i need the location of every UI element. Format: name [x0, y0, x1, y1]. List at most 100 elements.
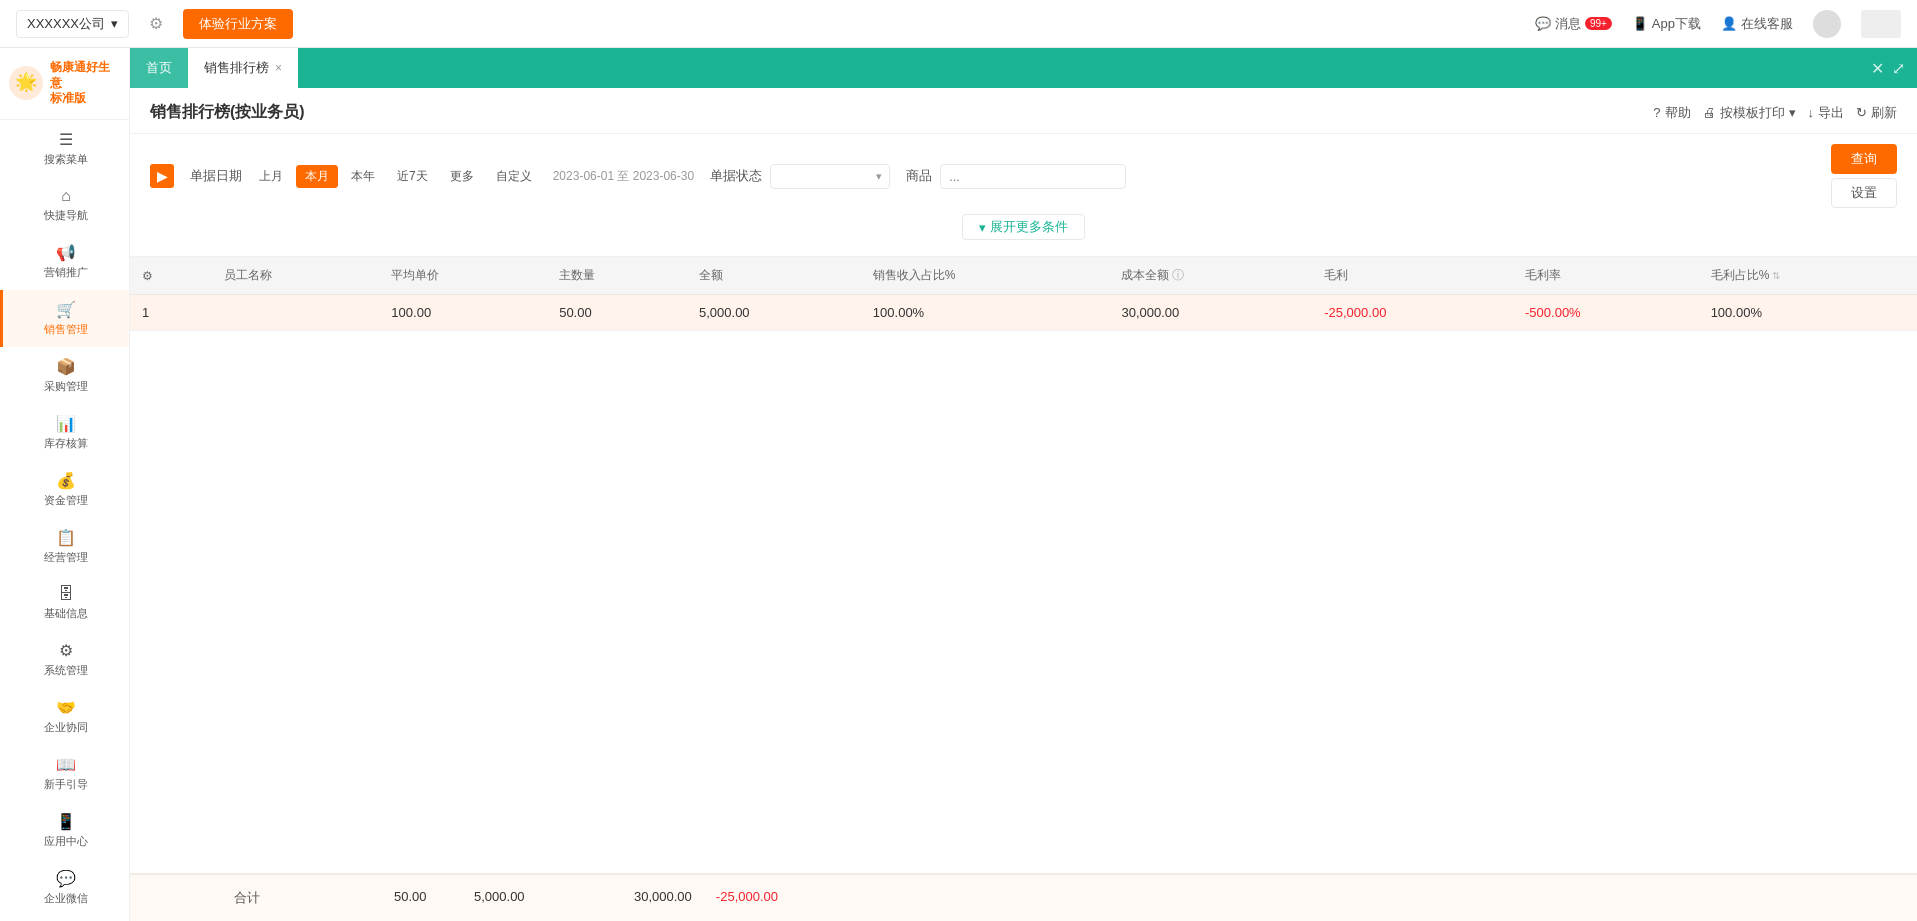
cell-index: 1 — [130, 295, 212, 331]
app-icon: 📱 — [1632, 16, 1648, 31]
trial-button[interactable]: 体验行业方案 — [183, 9, 293, 39]
sidebar-icon-1: ⌂ — [61, 187, 71, 205]
sidebar-item-4[interactable]: 📦采购管理 — [0, 347, 129, 404]
message-label: 消息 — [1555, 15, 1581, 33]
goods-label: 商品 — [906, 167, 932, 185]
tabs-bar: 首页 销售排行榜 × ✕ ⤢ — [130, 48, 1917, 88]
tab-sales-ranking[interactable]: 销售排行榜 × — [188, 48, 298, 88]
status-select[interactable] — [770, 164, 890, 189]
sidebar-item-10[interactable]: 🤝企业协同 — [0, 688, 129, 745]
th-gross: 毛利 — [1312, 257, 1513, 295]
date-label: 单据日期 — [190, 167, 242, 185]
header-actions: ? 帮助 🖨 按模板打印 ▾ ↓ 导出 ↻ 刷新 — [1653, 104, 1897, 122]
gross-pct-sort-icon[interactable]: ⇅ — [1772, 270, 1780, 281]
sidebar-label-8: 基础信息 — [44, 606, 88, 621]
export-btn[interactable]: ↓ 导出 — [1808, 104, 1845, 122]
status-label: 单据状态 — [710, 167, 762, 185]
online-service-btn[interactable]: 👤 在线客服 — [1721, 15, 1793, 33]
sidebar-item-7[interactable]: 📋经营管理 — [0, 518, 129, 575]
th-sales-pct: 销售收入占比% — [861, 257, 1110, 295]
date-tab-custom[interactable]: 自定义 — [487, 165, 541, 188]
refresh-btn[interactable]: ↻ 刷新 — [1856, 104, 1897, 122]
th-gross-pct: 毛利占比%⇅ — [1699, 257, 1917, 295]
cost-info-icon[interactable]: ⓘ — [1172, 267, 1184, 284]
settings-icon-btn[interactable]: ⚙ — [141, 9, 171, 39]
export-label: 导出 — [1818, 104, 1844, 122]
sidebar-label-3: 销售管理 — [44, 322, 88, 337]
user-menu[interactable] — [1861, 10, 1901, 38]
sidebar-item-14[interactable]: V畅会员 — [0, 916, 129, 921]
footer-gross: -25,000.00 — [704, 885, 790, 911]
service-icon: 👤 — [1721, 16, 1737, 31]
sidebar-item-9[interactable]: ⚙ 系统管理 — [0, 631, 129, 688]
date-tab-more[interactable]: 更多 — [441, 165, 483, 188]
goods-filter: 商品 — [906, 164, 1126, 189]
date-tab-this-month[interactable]: 本月 — [296, 165, 338, 188]
sidebar-item-0[interactable]: ☰搜索菜单 — [0, 120, 129, 177]
footer-sales-pct — [542, 885, 622, 911]
footer-label-cell — [142, 885, 222, 911]
sidebar-item-1[interactable]: ⌂快捷导航 — [0, 177, 129, 233]
sidebar-label-0: 搜索菜单 — [44, 152, 88, 167]
message-btn[interactable]: 💬 消息 99+ — [1535, 15, 1612, 33]
table-footer: 合计 50.00 5,000.00 30,000.00 -25,000.00 — [130, 873, 1917, 921]
date-tab-this-year[interactable]: 本年 — [342, 165, 384, 188]
help-label: 帮助 — [1665, 104, 1691, 122]
sidebar: 🌟 畅康通好生意 标准版 ☰搜索菜单⌂快捷导航📢营销推广🛒销售管理📦采购管理📊库… — [0, 48, 130, 921]
sidebar-icon-9: ⚙ — [59, 641, 73, 660]
status-select-wrap — [770, 164, 890, 189]
company-selector[interactable]: XXXXXX公司 ▾ — [16, 10, 129, 38]
cell-name — [212, 295, 380, 331]
help-icon: ? — [1653, 105, 1660, 120]
app-download-btn[interactable]: 📱 App下载 — [1632, 15, 1701, 33]
gear-icon: ⚙ — [149, 14, 163, 33]
cell-gross: -25,000.00 — [1312, 295, 1513, 331]
print-btn[interactable]: 🖨 按模板打印 ▾ — [1703, 104, 1796, 122]
th-gross-rate: 毛利率 — [1513, 257, 1699, 295]
sidebar-nav: ☰搜索菜单⌂快捷导航📢营销推广🛒销售管理📦采购管理📊库存核算💰资金管理📋经营管理… — [0, 120, 129, 921]
sidebar-item-8[interactable]: 🗄基础信息 — [0, 575, 129, 631]
cell-qty: 50.00 — [547, 295, 687, 331]
th-settings: ⚙ — [130, 257, 212, 295]
filter-row-1: ▶ 单据日期 上月 本月 本年 近7天 更多 自定义 2023-06-01 至 … — [150, 144, 1897, 208]
query-button[interactable]: 查询 — [1831, 144, 1897, 174]
print-chevron: ▾ — [1789, 105, 1796, 120]
date-tab-last-month[interactable]: 上月 — [250, 165, 292, 188]
tab-home[interactable]: 首页 — [130, 48, 188, 88]
sidebar-item-12[interactable]: 📱应用中心 — [0, 802, 129, 859]
help-btn[interactable]: ? 帮助 — [1653, 104, 1690, 122]
cell-gross-pct: 100.00% — [1699, 295, 1917, 331]
expand-btn[interactable]: ▾ 展开更多条件 — [962, 214, 1085, 240]
goods-input[interactable] — [940, 164, 1126, 189]
sidebar-icon-2: 📢 — [56, 243, 76, 262]
chevron-down-icon: ▾ — [979, 220, 986, 235]
tab-label: 销售排行榜 — [204, 59, 269, 77]
tabs-right-controls: ✕ ⤢ — [1871, 59, 1917, 78]
settings-button[interactable]: 设置 — [1831, 178, 1897, 208]
refresh-icon: ↻ — [1856, 105, 1867, 120]
sidebar-item-11[interactable]: 📖新手引导 — [0, 745, 129, 802]
tab-close-icon[interactable]: × — [275, 61, 282, 75]
sidebar-label-12: 应用中心 — [44, 834, 88, 849]
sidebar-item-3[interactable]: 🛒销售管理 — [0, 290, 129, 347]
svg-text:🌟: 🌟 — [15, 71, 38, 93]
tabs-close-all-btn[interactable]: ✕ — [1871, 59, 1884, 78]
page-header: 销售排行榜(按业务员) ? 帮助 🖨 按模板打印 ▾ ↓ 导出 — [130, 88, 1917, 134]
filter-toggle-arrow[interactable]: ▶ — [150, 164, 174, 188]
sidebar-label-9: 系统管理 — [44, 663, 88, 678]
sidebar-item-13[interactable]: 💬企业微信 — [0, 859, 129, 916]
avatar[interactable] — [1813, 10, 1841, 38]
filter-area: ▶ 单据日期 上月 本月 本年 近7天 更多 自定义 2023-06-01 至 … — [130, 134, 1917, 257]
date-filter: 单据日期 上月 本月 本年 近7天 更多 自定义 2023-06-01 至 20… — [190, 165, 694, 188]
sidebar-item-6[interactable]: 💰资金管理 — [0, 461, 129, 518]
company-name: XXXXXX公司 — [27, 15, 105, 33]
sidebar-item-2[interactable]: 📢营销推广 — [0, 233, 129, 290]
top-right-area: 💬 消息 99+ 📱 App下载 👤 在线客服 — [1535, 10, 1901, 38]
th-cost: 成本全额ⓘ — [1109, 257, 1312, 295]
date-tab-7days[interactable]: 近7天 — [388, 165, 437, 188]
th-qty: 主数量 — [547, 257, 687, 295]
th-settings-icon: ⚙ — [142, 269, 153, 283]
sidebar-label-7: 经营管理 — [44, 550, 88, 565]
tabs-maximize-btn[interactable]: ⤢ — [1892, 59, 1905, 78]
sidebar-item-5[interactable]: 📊库存核算 — [0, 404, 129, 461]
